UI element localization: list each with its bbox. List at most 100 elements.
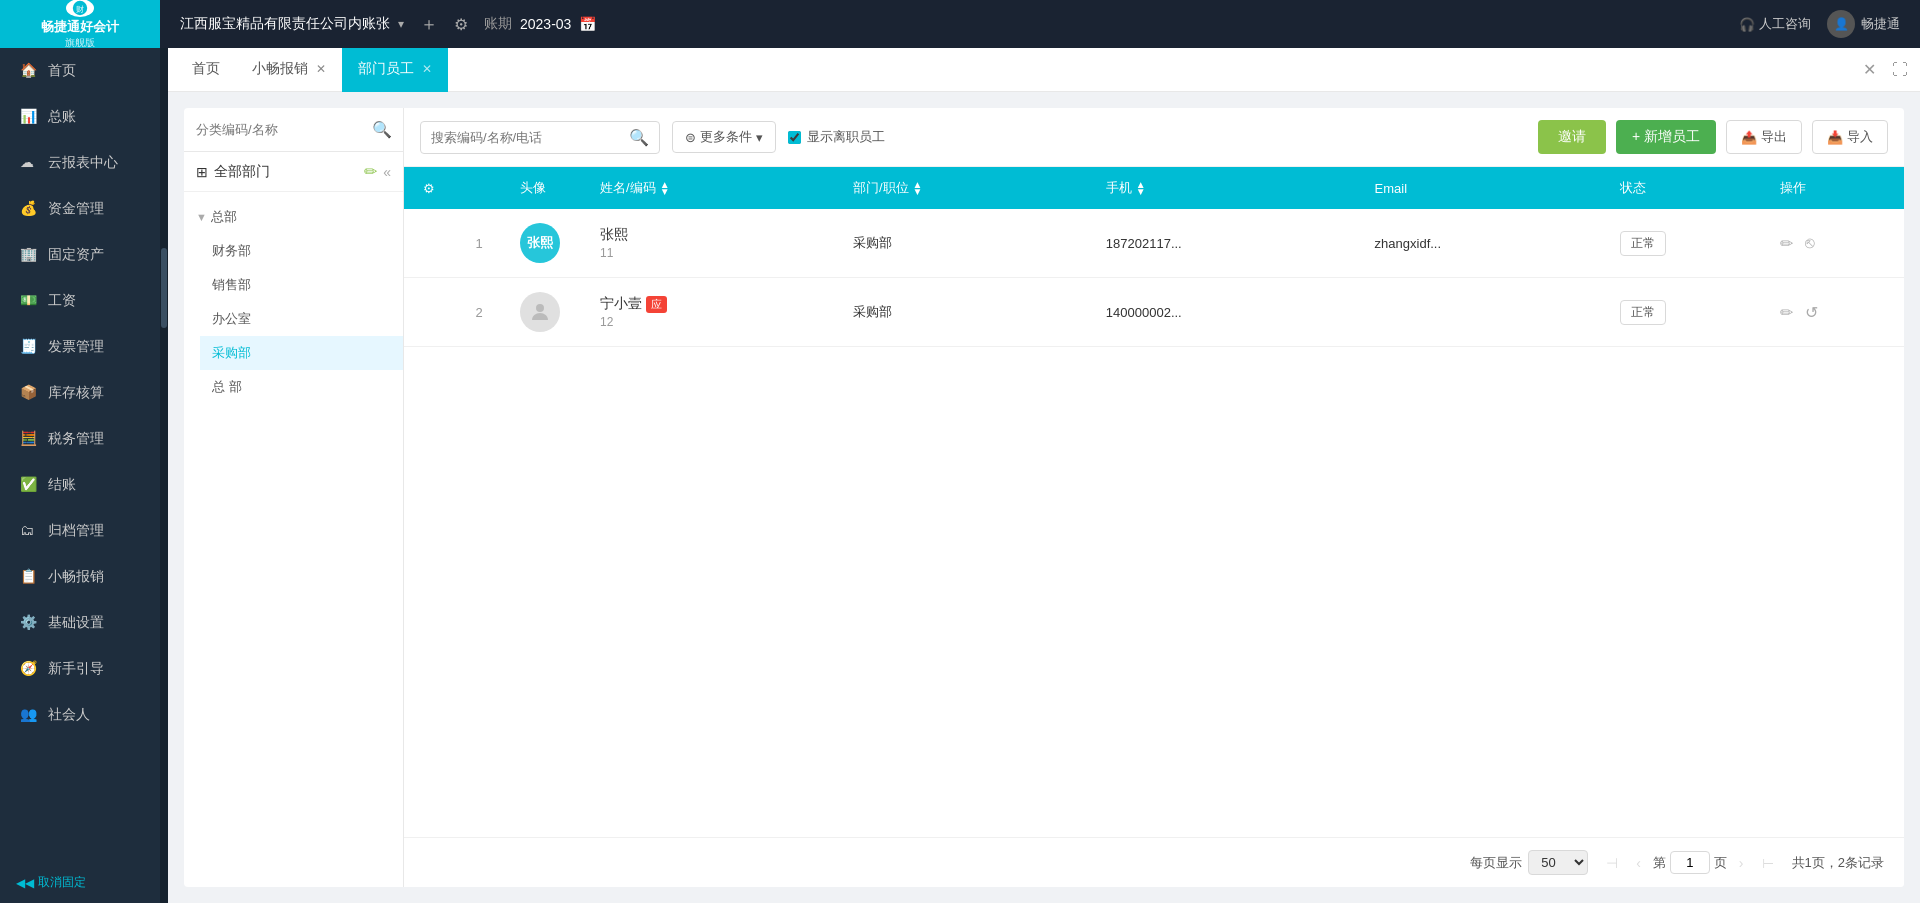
dept-finance-label: 财务部: [212, 242, 251, 260]
dept-search-input[interactable]: [196, 122, 364, 137]
arrow-down-icon: ▼: [196, 211, 207, 223]
row1-email: zhangxidf...: [1375, 236, 1442, 251]
filter-icon: ⊜: [685, 130, 696, 145]
th-dept-label: 部门/职位: [853, 179, 909, 197]
sidebar-item-fund[interactable]: 💰 资金管理: [0, 186, 160, 232]
row1-num-value: 1: [475, 236, 482, 251]
th-name-code[interactable]: 姓名/编码 ▲▼: [584, 167, 837, 209]
dept-panel: 🔍 ⊞ 全部部门 ✏ « ▼: [184, 108, 404, 887]
sidebar-item-inventory[interactable]: 📦 库存核算: [0, 370, 160, 416]
row2-reset-icon[interactable]: ↺: [1805, 303, 1818, 322]
sidebar-item-tax[interactable]: 🧮 税务管理: [0, 416, 160, 462]
service-button[interactable]: 🎧 人工咨询: [1739, 15, 1811, 33]
tab-expense-close[interactable]: ✕: [316, 62, 326, 76]
scroll-thumb: [161, 248, 167, 328]
first-page-button[interactable]: ⊣: [1600, 853, 1624, 873]
user-area[interactable]: 👤 畅捷通: [1827, 10, 1900, 38]
row2-edit-icon[interactable]: ✏: [1780, 303, 1793, 322]
expand-tab-button[interactable]: ⛶: [1888, 56, 1912, 83]
row2-num: 2: [454, 278, 504, 347]
sidebar-item-home[interactable]: 🏠 首页: [0, 48, 160, 94]
sidebar-item-checkout[interactable]: ✅ 结账: [0, 462, 160, 508]
row1-phone: 187202117...: [1106, 236, 1182, 251]
header-company: 江西服宝精品有限责任公司内账张 ▾ ＋ ⚙ 账期 2023-03 📅: [160, 12, 1739, 36]
dept-node-sales[interactable]: 销售部: [200, 268, 403, 302]
sidebar-item-guide[interactable]: 🧭 新手引导: [0, 646, 160, 692]
import-button[interactable]: 📥 导入: [1812, 120, 1888, 154]
row1-avatar-cell: 张熙: [504, 209, 584, 278]
dept-sort-icon[interactable]: ▲▼: [913, 181, 923, 195]
sidebar-item-base-settings[interactable]: ⚙️ 基础设置: [0, 600, 160, 646]
filter-button[interactable]: ⊜ 更多条件 ▾: [672, 121, 776, 153]
dept-search-icon[interactable]: 🔍: [372, 120, 392, 139]
sidebar-item-asset[interactable]: 🏢 固定资产: [0, 232, 160, 278]
inventory-icon: 📦: [20, 384, 38, 402]
row1-name-code: 张熙 11: [600, 226, 821, 260]
sidebar-item-social[interactable]: 👥 社会人: [0, 692, 160, 738]
dept-node-finance[interactable]: 财务部: [200, 234, 403, 268]
th-dept-position[interactable]: 部门/职位 ▲▼: [837, 167, 1090, 209]
sidebar-item-invoice[interactable]: 🧾 发票管理: [0, 324, 160, 370]
sidebar-label-checkout: 结账: [48, 476, 76, 494]
asset-icon: 🏢: [20, 246, 38, 264]
next-page-button[interactable]: ›: [1733, 853, 1750, 873]
phone-sort-icon[interactable]: ▲▼: [1136, 181, 1146, 195]
company-name: 江西服宝精品有限责任公司内账张: [180, 15, 390, 33]
last-page-button[interactable]: ⊢: [1756, 853, 1780, 873]
row1-logout-icon[interactable]: ⎋: [1805, 234, 1815, 252]
tab-dept-close[interactable]: ✕: [422, 62, 432, 76]
close-tab-button[interactable]: ✕: [1859, 56, 1880, 83]
dept-all-label[interactable]: ⊞ 全部部门: [196, 163, 270, 181]
sidebar-item-ledger[interactable]: 📊 总账: [0, 94, 160, 140]
invite-button[interactable]: 邀请: [1538, 120, 1606, 154]
name-sort-icon[interactable]: ▲▼: [660, 181, 670, 195]
sidebar-scrollbar[interactable]: [160, 48, 168, 903]
sidebar-label-salary: 工资: [48, 292, 76, 310]
sidebar-item-expense[interactable]: 📋 小畅报销: [0, 554, 160, 600]
row1-phone-cell: 187202117...: [1090, 209, 1359, 278]
column-settings-icon[interactable]: ⚙: [423, 181, 435, 196]
dept-node-general[interactable]: 总 部: [200, 370, 403, 404]
th-status-label: 状态: [1620, 180, 1646, 195]
cancel-fixed-button[interactable]: ◀◀ 取消固定: [0, 862, 160, 903]
dept-edit-icon[interactable]: ✏: [364, 162, 377, 181]
employee-search-input[interactable]: [431, 130, 623, 145]
fund-icon: 💰: [20, 200, 38, 218]
sidebar-item-archive[interactable]: 🗂 归档管理: [0, 508, 160, 554]
dept-node-office[interactable]: 办公室: [200, 302, 403, 336]
sidebar-label-inventory: 库存核算: [48, 384, 104, 402]
search-icon[interactable]: 🔍: [629, 128, 649, 147]
tab-dept-label: 部门员工: [358, 60, 414, 78]
calendar-icon[interactable]: 📅: [579, 16, 596, 32]
import-label: 导入: [1847, 128, 1873, 146]
prev-page-button[interactable]: ‹: [1630, 853, 1647, 873]
export-button[interactable]: 📤 导出: [1726, 120, 1802, 154]
show-resigned-area: 显示离职员工: [788, 128, 885, 146]
header-settings-button[interactable]: ⚙: [454, 15, 468, 34]
add-company-button[interactable]: ＋: [420, 12, 438, 36]
row2-phone: 140000002...: [1106, 305, 1182, 320]
row1-edit-icon[interactable]: ✏: [1780, 234, 1793, 253]
dept-collapse-icon[interactable]: «: [383, 164, 391, 180]
sidebar-item-cloud-report[interactable]: ☁ 云报表中心: [0, 140, 160, 186]
th-email-label: Email: [1375, 181, 1408, 196]
dept-node-zongbu-parent[interactable]: ▼ 总部: [184, 200, 403, 234]
logo-text: 畅捷通好会计: [41, 18, 119, 36]
page-size-select[interactable]: 10 20 50 100: [1528, 850, 1588, 875]
dept-node-purchase[interactable]: 采购部: [200, 336, 403, 370]
tab-dept-employee[interactable]: 部门员工 ✕: [342, 48, 448, 92]
sidebar-item-salary[interactable]: 💵 工资: [0, 278, 160, 324]
tab-expense[interactable]: 小畅报销 ✕: [236, 48, 342, 92]
dept-header: ⊞ 全部部门 ✏ «: [184, 152, 403, 192]
row2-dept-cell: 采购部: [837, 278, 1090, 347]
show-resigned-checkbox[interactable]: [788, 131, 801, 144]
show-resigned-label: 显示离职员工: [807, 128, 885, 146]
tabs-actions: ✕ ⛶: [1859, 56, 1912, 83]
add-employee-button[interactable]: + 新增员工: [1616, 120, 1716, 154]
row2-tag: 应: [646, 296, 667, 313]
period-value: 2023-03: [520, 16, 571, 32]
page-number-input[interactable]: [1670, 851, 1710, 874]
th-phone[interactable]: 手机 ▲▼: [1090, 167, 1359, 209]
company-dropdown-button[interactable]: ▾: [398, 17, 404, 31]
tab-home[interactable]: 首页: [176, 48, 236, 92]
